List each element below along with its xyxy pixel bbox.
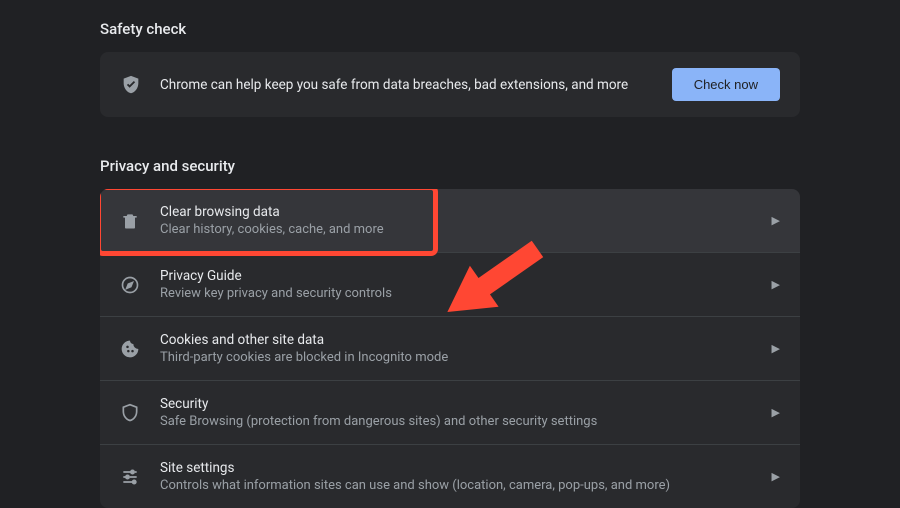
chevron-right-icon: ▶ — [772, 342, 780, 355]
chevron-right-icon: ▶ — [772, 406, 780, 419]
row-title: Site settings — [160, 460, 752, 476]
row-title: Security — [160, 396, 752, 412]
row-desc: Third-party cookies are blocked in Incog… — [160, 350, 752, 365]
check-now-button[interactable]: Check now — [672, 68, 780, 101]
safety-check-text: Chrome can help keep you safe from data … — [160, 77, 654, 93]
cookie-icon — [120, 339, 140, 359]
safety-check-title: Safety check — [100, 20, 800, 38]
compass-icon — [120, 275, 140, 295]
row-desc: Clear history, cookies, cache, and more — [160, 222, 752, 237]
trash-icon — [120, 211, 140, 231]
privacy-guide-row[interactable]: Privacy Guide Review key privacy and sec… — [100, 253, 800, 317]
security-row[interactable]: Security Safe Browsing (protection from … — [100, 381, 800, 445]
sliders-icon — [120, 467, 140, 487]
chevron-right-icon: ▶ — [772, 278, 780, 291]
row-desc: Controls what information sites can use … — [160, 478, 752, 493]
safety-check-card: Chrome can help keep you safe from data … — [100, 52, 800, 117]
row-desc: Safe Browsing (protection from dangerous… — [160, 414, 752, 429]
privacy-security-list: Clear browsing data Clear history, cooki… — [100, 189, 800, 508]
chevron-right-icon: ▶ — [772, 214, 780, 227]
row-title: Clear browsing data — [160, 204, 752, 220]
chevron-right-icon: ▶ — [772, 470, 780, 483]
privacy-security-title: Privacy and security — [100, 157, 800, 175]
row-title: Privacy Guide — [160, 268, 752, 284]
shield-check-icon — [120, 74, 142, 96]
cookies-row[interactable]: Cookies and other site data Third-party … — [100, 317, 800, 381]
site-settings-row[interactable]: Site settings Controls what information … — [100, 445, 800, 508]
shield-icon — [120, 403, 140, 423]
clear-browsing-data-row[interactable]: Clear browsing data Clear history, cooki… — [100, 189, 800, 253]
row-desc: Review key privacy and security controls — [160, 286, 752, 301]
row-title: Cookies and other site data — [160, 332, 752, 348]
